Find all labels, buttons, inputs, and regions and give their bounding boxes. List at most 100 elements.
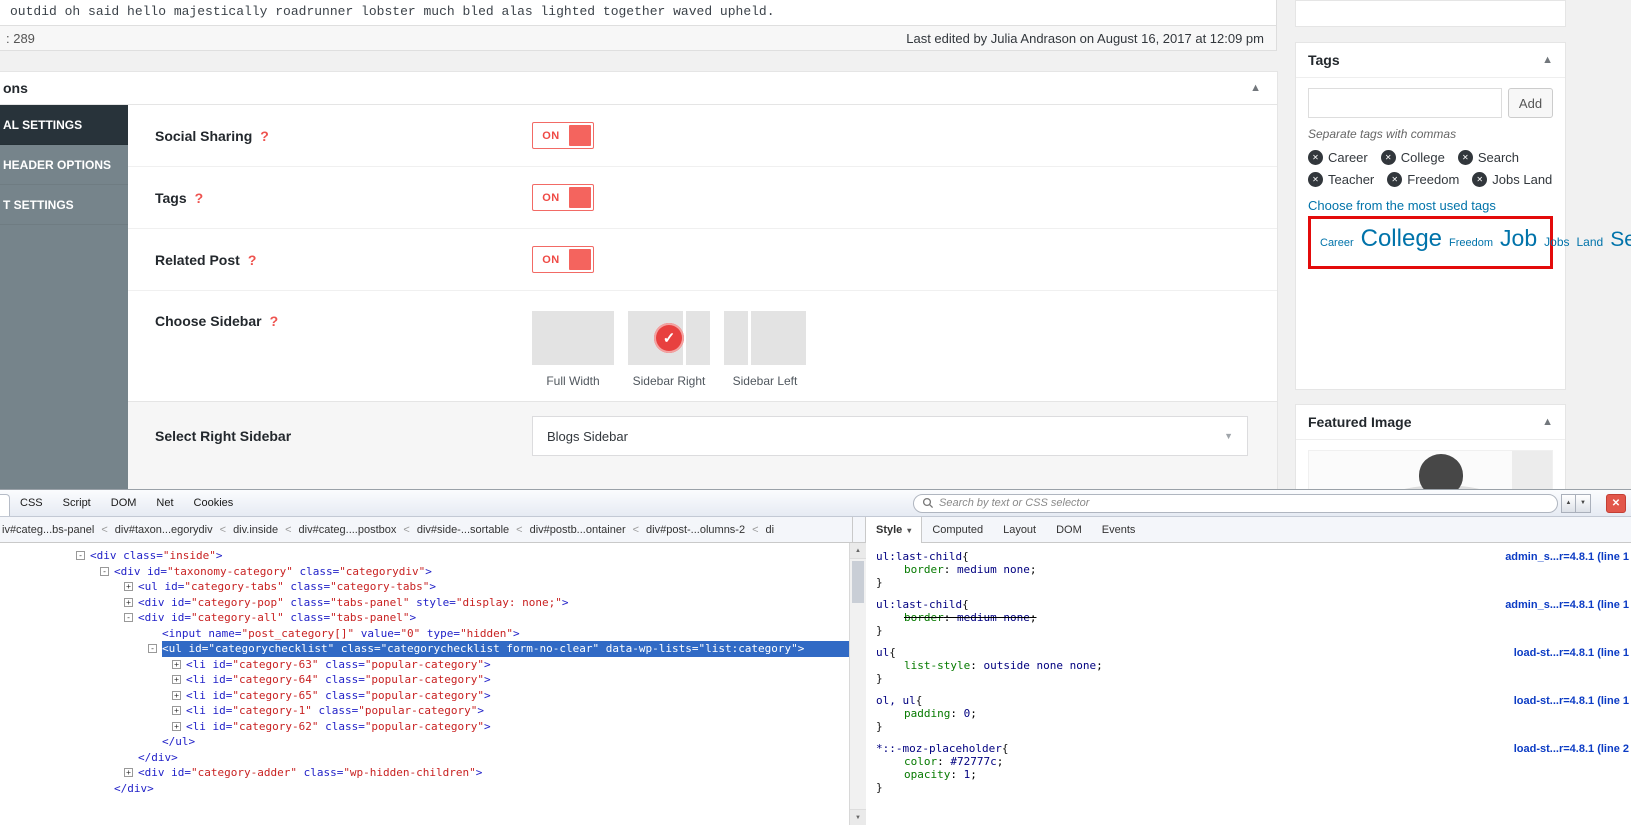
css-property[interactable]: border: medium none; [876,563,1630,576]
help-icon[interactable]: ? [260,128,269,144]
tree-node[interactable]: <input name="post_category[]" value="0" … [0,626,849,642]
cloud-tag[interactable]: Jobs [1544,235,1569,249]
tree-node[interactable]: + <div id="category-adder" class="wp-hidd… [0,765,849,781]
post-content-editor[interactable]: outdid oh said hello majestically roadru… [0,0,1277,25]
search-next-button[interactable]: ▼ [1576,493,1591,513]
remove-tag-icon[interactable]: ✕ [1308,150,1323,165]
css-property[interactable]: color: #72777c; [876,755,1630,768]
tree-node[interactable]: - <div class="inside"> [0,548,849,564]
right-sidebar-select[interactable]: Blogs Sidebar ▼ [532,416,1248,456]
cloud-tag[interactable]: Land [1577,235,1604,249]
tree-node[interactable]: </div> [0,781,849,797]
social-sharing-toggle[interactable]: ON [532,122,594,149]
collapse-twisty-icon[interactable]: - [76,548,90,564]
stylesheet-source-link[interactable]: admin_s...r=4.8.1 (line 1 [1505,599,1630,611]
expand-twisty-icon[interactable]: + [172,657,186,673]
scroll-up-icon[interactable]: ▲ [850,543,866,559]
css-selector[interactable]: ul:last-child [876,550,962,563]
breadcrumb-item[interactable]: di [766,524,775,536]
sidebar-tab-header-options[interactable]: HEADER OPTIONS [0,145,128,185]
collapse-twisty-icon[interactable]: - [100,564,114,580]
breadcrumb-item[interactable]: iv#categ...bs-panel [2,524,94,536]
cloud-tag[interactable]: Job [1500,225,1537,251]
help-icon[interactable]: ? [270,313,279,329]
sidebar-tab-general-settings[interactable]: AL SETTINGS [0,105,128,145]
tags-metabox-header[interactable]: Tags ▲ [1296,43,1565,78]
cloud-tag[interactable]: Career [1320,237,1354,249]
tab-layout[interactable]: Layout [993,517,1046,542]
breadcrumb-item[interactable]: div.inside [233,524,278,536]
css-selector[interactable]: ul [876,646,889,659]
tree-node[interactable]: + <li id="category-63" class="popular-cat… [0,657,849,673]
tab-script[interactable]: Script [53,490,101,517]
css-selector[interactable]: ul:last-child [876,598,962,611]
options-panel-header[interactable]: ons ▲ [0,72,1277,105]
breadcrumb-item[interactable]: div#side-...sortable [417,524,509,536]
tree-node[interactable]: - <ul id="categorychecklist" class="categ… [0,641,849,657]
css-selector[interactable]: ol, ul [876,694,916,707]
new-tag-input[interactable] [1308,88,1502,118]
tab-computed[interactable]: Computed [922,517,993,542]
tree-node[interactable]: + <div id="category-pop" class="tabs-pane… [0,595,849,611]
tree-node[interactable]: + <li id="category-1" class="popular-cate… [0,703,849,719]
breadcrumb-item[interactable]: div#taxon...egorydiv [115,524,213,536]
cloud-tag[interactable]: Freedom [1449,237,1493,249]
breadcrumb-item[interactable]: div#postb...ontainer [530,524,626,536]
related-post-toggle[interactable]: ON [532,246,594,273]
css-selector[interactable]: *::-moz-placeholder [876,742,1002,755]
sidebar-tab-post-settings[interactable]: T SETTINGS [0,185,128,225]
tree-node[interactable]: </ul> [0,734,849,750]
expand-twisty-icon[interactable]: + [124,765,138,781]
tab-dom[interactable]: DOM [101,490,147,517]
help-icon[interactable]: ? [248,252,257,268]
css-property[interactable]: list-style: outside none none; [876,659,1630,672]
tree-node[interactable]: + <li id="category-64" class="popular-cat… [0,672,849,688]
remove-tag-icon[interactable]: ✕ [1457,150,1473,165]
cloud-tag[interactable]: College [1361,225,1442,252]
stylesheet-source-link[interactable]: load-st...r=4.8.1 (line 1 [1514,695,1630,707]
tags-toggle[interactable]: ON [532,184,594,211]
collapse-arrow-icon[interactable]: ▲ [1542,54,1553,66]
expand-twisty-icon[interactable]: + [124,595,138,611]
search-input[interactable] [939,497,1549,509]
tab-cookies[interactable]: Cookies [184,490,244,517]
expand-twisty-icon[interactable]: + [124,579,138,595]
expand-twisty-icon[interactable]: + [172,719,186,735]
add-tag-button[interactable]: Add [1508,88,1553,118]
cloud-tag[interactable]: Search [1610,228,1631,251]
collapse-twisty-icon[interactable]: - [148,641,162,657]
css-property[interactable]: padding: 0; [876,707,1630,720]
tab-dom-side[interactable]: DOM [1046,517,1092,542]
tree-node[interactable]: + <li id="category-62" class="popular-cat… [0,719,849,735]
expand-twisty-icon[interactable]: + [172,672,186,688]
css-property[interactable]: opacity: 1; [876,768,1630,781]
tree-node[interactable]: </div> [0,750,849,766]
tree-node[interactable]: + <li id="category-65" class="popular-cat… [0,688,849,704]
collapse-twisty-icon[interactable]: - [124,610,138,626]
expand-twisty-icon[interactable]: + [172,688,186,704]
most-used-tags-link[interactable]: Choose from the most used tags [1308,198,1496,213]
breadcrumb-item[interactable]: div#categ....postbox [299,524,397,536]
collapse-arrow-icon[interactable]: ▲ [1542,416,1553,428]
featured-image-header[interactable]: Featured Image ▲ [1296,405,1565,440]
close-firebug-button[interactable]: ✕ [1606,493,1626,513]
tab-style[interactable]: Style ▾ [865,517,923,543]
search-prev-button[interactable]: ▲ [1561,493,1576,513]
stylesheet-source-link[interactable]: load-st...r=4.8.1 (line 2 [1514,743,1630,755]
layout-option-sidebar-right[interactable]: ✓ Sidebar Right [628,311,710,388]
html-tab-partial[interactable] [0,494,10,516]
css-property[interactable]: border: medium none; [876,611,1630,624]
tab-net[interactable]: Net [146,490,183,517]
breadcrumb-item[interactable]: div#post-...olumns-2 [646,524,745,536]
tab-css[interactable]: CSS [10,490,53,517]
tree-node[interactable]: + <ul id="category-tabs" class="category-… [0,579,849,595]
stylesheet-source-link[interactable]: admin_s...r=4.8.1 (line 1 [1505,551,1630,563]
tree-node[interactable]: - <div id="category-all" class="tabs-pane… [0,610,849,626]
layout-option-full-width[interactable]: Full Width [532,311,614,388]
tab-events[interactable]: Events [1092,517,1146,542]
expand-twisty-icon[interactable]: + [172,703,186,719]
remove-tag-icon[interactable]: ✕ [1387,172,1403,187]
stylesheet-source-link[interactable]: load-st...r=4.8.1 (line 1 [1514,647,1630,659]
scroll-down-icon[interactable]: ▼ [850,809,866,825]
layout-option-sidebar-left[interactable]: Sidebar Left [724,311,806,388]
